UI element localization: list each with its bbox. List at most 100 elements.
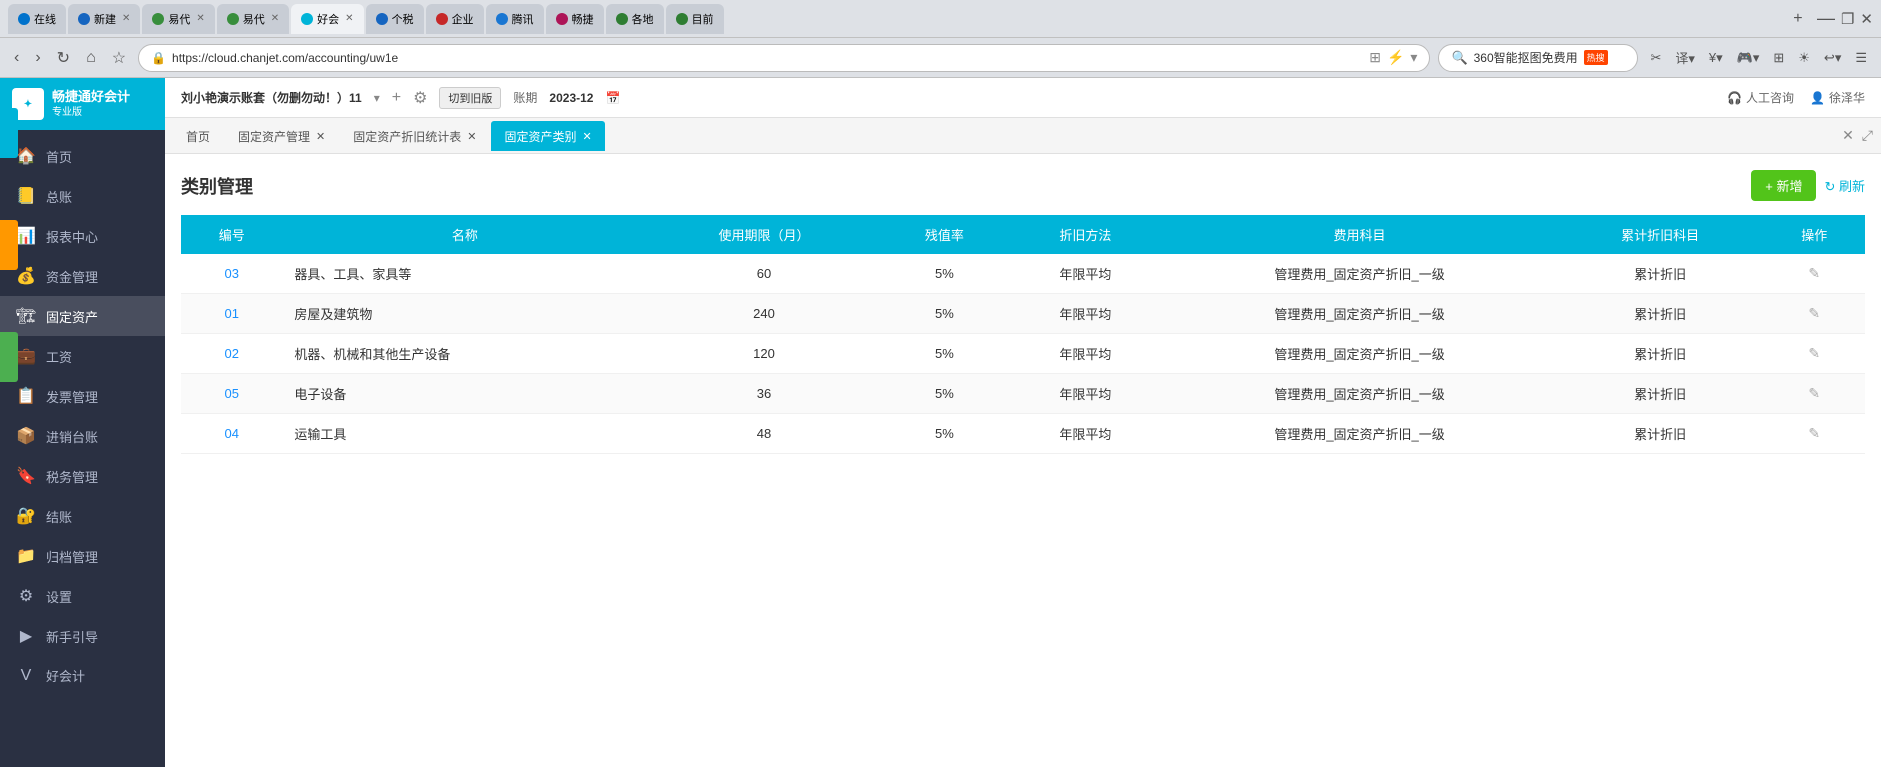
home-button[interactable]: ⌂ (82, 47, 100, 69)
edit-icon[interactable]: ✎ (1808, 305, 1820, 321)
sidebar-item-label: 报表中心 (46, 227, 98, 246)
new-tab-button[interactable]: + (1785, 6, 1811, 32)
more-icon: V (16, 667, 36, 685)
cell-name: 运输工具 (282, 414, 647, 454)
cell-action[interactable]: ✎ (1764, 294, 1865, 334)
window-actions: ✕ ⤢ (1842, 127, 1873, 144)
cell-method: 年限平均 (1008, 414, 1162, 454)
browser-tab-2[interactable]: 新建✕ (68, 4, 140, 34)
sub-tab-home[interactable]: 首页 (173, 121, 223, 151)
sub-tab-asset-mgmt[interactable]: 固定资产管理✕ (225, 121, 338, 151)
back-button[interactable]: ‹ (10, 47, 23, 69)
browser-tab-3[interactable]: 易代✕ (142, 4, 214, 34)
add-button[interactable]: + 新增 (1751, 170, 1816, 201)
window-close[interactable]: ✕ (1860, 10, 1873, 28)
sub-tab-close[interactable]: ✕ (316, 130, 325, 143)
edit-icon[interactable]: ✎ (1808, 385, 1820, 401)
user-menu[interactable]: 👤 徐泽华 (1810, 89, 1865, 106)
sidebar-item-funds[interactable]: 💰资金管理 (0, 256, 165, 296)
sub-tab-category[interactable]: 固定资产类别✕ (491, 121, 604, 151)
tab-close[interactable]: ✕ (122, 13, 130, 24)
browser-tab-11[interactable]: 目前 (666, 4, 724, 34)
window-restore[interactable]: ❐ (1841, 10, 1854, 28)
sidebar-item-settings[interactable]: ⚙设置 (0, 576, 165, 616)
sidebar-item-guide[interactable]: ▶新手引导 (0, 616, 165, 656)
sidebar-item-ledger[interactable]: 📒总账 (0, 176, 165, 216)
tab-close[interactable]: ✕ (345, 13, 353, 24)
sub-tab-close[interactable]: ✕ (583, 130, 592, 143)
table-column-header: 名称 (282, 215, 647, 254)
calendar-icon[interactable]: 📅 (605, 91, 620, 105)
browser-tab-5[interactable]: 好会✕ (291, 4, 363, 34)
sub-tab-close[interactable]: ✕ (467, 130, 476, 143)
menu-icon[interactable]: ☰ (1851, 48, 1871, 68)
browser-tab-6[interactable]: 个税 (366, 4, 424, 34)
home-icon: 🏠 (16, 146, 36, 166)
browser-tab-4[interactable]: 易代✕ (217, 4, 289, 34)
reload-button[interactable]: ↻ (53, 46, 74, 70)
table-row: 03 器具、工具、家具等 60 5% 年限平均 管理费用_固定资产折旧_一级 累… (181, 254, 1865, 294)
window-minimize[interactable]: — (1817, 8, 1835, 29)
refresh-button[interactable]: ↻ 刷新 (1824, 176, 1865, 195)
cell-action[interactable]: ✎ (1764, 334, 1865, 374)
undo-icon[interactable]: ↩▾ (1820, 48, 1845, 68)
edit-icon[interactable]: ✎ (1808, 265, 1820, 281)
forward-button[interactable]: › (31, 47, 44, 69)
cell-action[interactable]: ✎ (1764, 374, 1865, 414)
browser-tab-7[interactable]: 企业 (426, 4, 484, 34)
headset-icon: 🎧 (1727, 91, 1742, 105)
sub-tab-depreciation[interactable]: 固定资产折旧统计表✕ (340, 121, 489, 151)
cell-action[interactable]: ✎ (1764, 254, 1865, 294)
service-link[interactable]: 🎧 人工咨询 (1727, 89, 1794, 106)
search-icon: 🔍 (1451, 50, 1467, 66)
bookmark-button[interactable]: ☆ (108, 46, 130, 70)
sidebar-item-reports[interactable]: 📊报表中心 (0, 216, 165, 256)
close-tab-icon[interactable]: ✕ (1842, 127, 1854, 144)
sidebar-item-archive[interactable]: 📁归档管理 (0, 536, 165, 576)
sidebar-item-closing[interactable]: 🔐结账 (0, 496, 165, 536)
browser-tab-10[interactable]: 各地 (606, 4, 664, 34)
edge-btn-3[interactable] (0, 332, 18, 382)
sidebar-item-tax[interactable]: 🔖税务管理 (0, 456, 165, 496)
sidebar-item-home[interactable]: 🏠首页 (0, 136, 165, 176)
search-box[interactable]: 🔍 360智能抠图免费用 热搜 (1438, 44, 1638, 72)
add-company-button[interactable]: + (392, 89, 401, 107)
edit-icon[interactable]: ✎ (1808, 425, 1820, 441)
sidebar-item-invoice[interactable]: 📋发票管理 (0, 376, 165, 416)
maximize-icon[interactable]: ⤢ (1862, 127, 1873, 144)
cell-name: 电子设备 (282, 374, 647, 414)
fixed-assets-icon: 🏗 (16, 306, 36, 326)
address-box[interactable]: 🔒 https://cloud.chanjet.com/accounting/u… (138, 44, 1430, 72)
cell-method: 年限平均 (1008, 294, 1162, 334)
grid-icon[interactable]: ⊞ (1769, 48, 1788, 68)
sidebar-item-label: 设置 (46, 587, 72, 606)
cell-accumulated: 累计折旧 (1557, 334, 1764, 374)
cell-action[interactable]: ✎ (1764, 414, 1865, 454)
brightness-icon[interactable]: ☀ (1794, 48, 1814, 68)
browser-tab-9[interactable]: 畅捷 (546, 4, 604, 34)
company-name: 刘小艳演示账套（勿删勿动！）11 (181, 89, 362, 106)
cut-icon[interactable]: ✂ (1646, 48, 1665, 68)
browser-tab-1[interactable]: 在线 (8, 4, 66, 34)
table-column-header: 费用科目 (1162, 215, 1556, 254)
browser-tab-8[interactable]: 腾讯 (486, 4, 544, 34)
edge-btn-1[interactable] (0, 108, 18, 158)
edit-icon[interactable]: ✎ (1808, 345, 1820, 361)
settings-button[interactable]: ⚙ (413, 88, 427, 108)
switch-version-button[interactable]: 切到旧版 (439, 87, 501, 109)
wallet-icon[interactable]: ¥▾ (1705, 48, 1727, 68)
cell-period: 36 (647, 374, 880, 414)
sidebar-item-salary[interactable]: 💼工资 (0, 336, 165, 376)
game-icon[interactable]: 🎮▾ (1733, 48, 1764, 68)
sidebar-item-purchase-sales[interactable]: 📦进销台账 (0, 416, 165, 456)
translate-icon[interactable]: 译▾ (1671, 46, 1699, 69)
sidebar-item-more[interactable]: V好会计 (0, 656, 165, 695)
edge-btn-2[interactable] (0, 220, 18, 270)
sidebar-header: ✦ 畅捷通好会计 专业版 (0, 78, 165, 130)
tab-close[interactable]: ✕ (271, 13, 279, 24)
cell-residual: 5% (881, 414, 1009, 454)
tab-close[interactable]: ✕ (196, 13, 204, 24)
dropdown-icon[interactable]: ▾ (1410, 49, 1417, 66)
sidebar-item-fixed-assets[interactable]: 🏗固定资产 (0, 296, 165, 336)
company-dropdown[interactable]: ▾ (374, 91, 380, 105)
